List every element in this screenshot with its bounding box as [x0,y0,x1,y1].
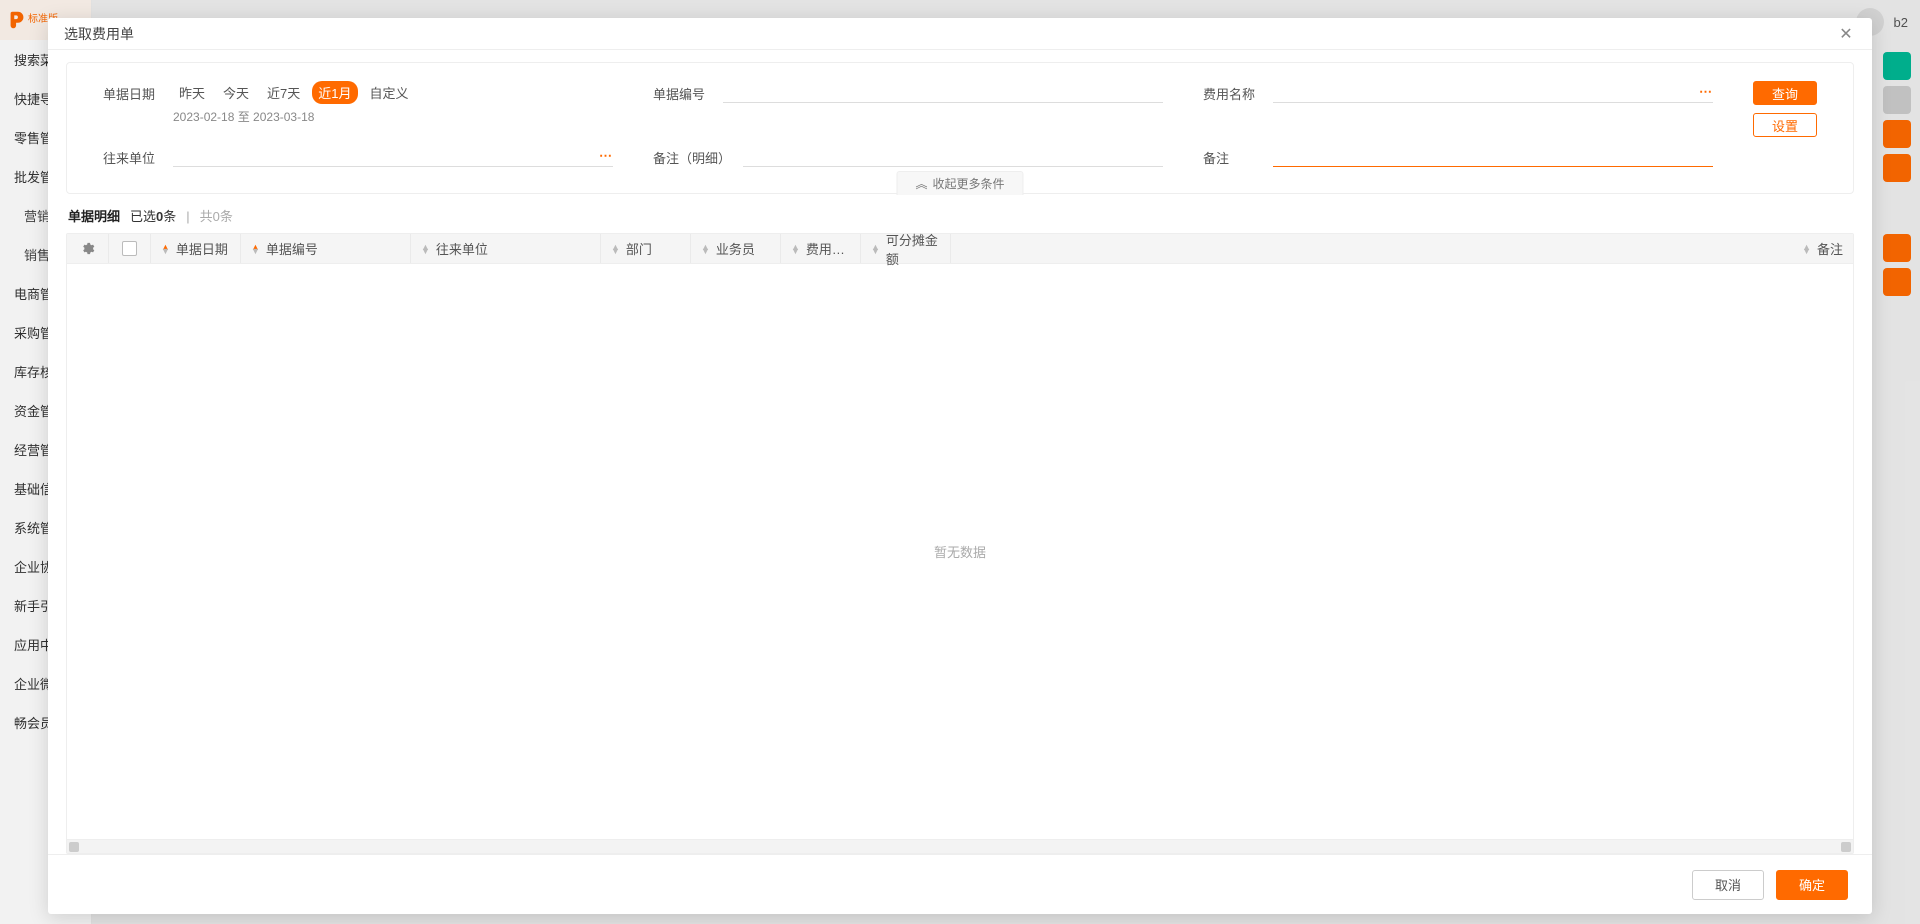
remark-input[interactable] [1273,145,1713,167]
filter-label: 单据编号 [653,81,723,103]
filter-fee-name: 费用名称 ⋯ [1203,81,1713,103]
filter-doc-date: 单据日期 昨天今天近7天近1月自定义 2023-02-18 至 2023-03-… [103,81,613,125]
gear-icon [80,241,95,256]
select-all-checkbox[interactable] [122,241,137,256]
sort-icon[interactable]: ▲▼ [701,245,710,253]
doc-no-input[interactable] [723,81,1163,103]
column-label: 费用… [806,239,845,258]
dialog-footer: 取消 确定 [48,854,1872,914]
table-column-header[interactable]: ▲▼可分摊金额 [861,234,951,263]
column-label: 部门 [626,239,652,258]
cancel-button[interactable]: 取消 [1692,870,1764,900]
results-header: 单据明细 已选0条 | 共0条 [68,206,1852,225]
column-label: 业务员 [716,239,755,258]
filter-remark-detail: 备注（明细） [653,145,1163,167]
table-column-header[interactable]: ▲▼ 单据编号 [241,234,411,263]
column-label: 单据日期 [176,239,228,258]
table-settings-button[interactable] [67,234,109,263]
collapse-label: 收起更多条件 [933,175,1005,192]
query-button[interactable]: 查询 [1753,81,1817,105]
sort-icon[interactable]: ▲▼ [421,245,430,253]
dialog-header: 选取费用单 ✕ [48,18,1872,50]
remark-detail-input[interactable] [743,145,1163,167]
date-chip[interactable]: 昨天 [173,81,211,104]
scroll-left-icon[interactable] [69,842,79,852]
date-range-text: 2023-02-18 至 2023-03-18 [173,108,613,125]
filter-label: 费用名称 [1203,81,1273,103]
sort-icon[interactable]: ▲▼ [1802,245,1811,253]
close-icon[interactable]: ✕ [1836,24,1856,44]
column-label: 往来单位 [436,239,488,258]
filter-label: 往来单位 [103,145,173,167]
results-title: 单据明细 [68,206,120,225]
sort-icon[interactable]: ▲▼ [251,245,260,253]
fee-name-input[interactable] [1273,81,1713,103]
sort-icon[interactable]: ▲▼ [871,245,880,253]
total-count: 共0条 [200,206,233,225]
filter-party: 往来单位 ⋯ [103,145,613,167]
lookup-icon[interactable]: ⋯ [1699,84,1713,100]
sort-icon[interactable]: ▲▼ [791,245,800,253]
selected-count: 已选0条 [130,206,176,225]
table-column-header[interactable]: ▲▼ 业务员 [691,234,781,263]
scroll-right-icon[interactable] [1841,842,1851,852]
settings-button[interactable]: 设置 [1753,113,1817,137]
date-chip[interactable]: 今天 [217,81,255,104]
collapse-bar: ︽ 收起更多条件 [103,171,1817,193]
column-label: 单据编号 [266,239,318,258]
select-fee-dialog: 选取费用单 ✕ 单据日期 昨天今天近7天近1月自定义 2023-02-18 至 … [48,18,1872,914]
column-label: 备注 [1817,239,1843,258]
horizontal-scrollbar[interactable] [67,839,1853,853]
table-column-header[interactable]: ▲▼ 部门 [601,234,691,263]
filter-doc-no: 单据编号 [653,81,1163,103]
filter-panel: 单据日期 昨天今天近7天近1月自定义 2023-02-18 至 2023-03-… [66,62,1854,194]
date-chip[interactable]: 自定义 [364,81,415,104]
date-range-chips: 昨天今天近7天近1月自定义 [173,81,613,104]
filter-label: 备注 [1203,145,1273,167]
filter-label: 单据日期 [103,81,173,103]
dialog-body: 单据日期 昨天今天近7天近1月自定义 2023-02-18 至 2023-03-… [48,50,1872,854]
table-column-header[interactable]: ▲▼ 单据日期 [151,234,241,263]
date-chip[interactable]: 近7天 [261,81,306,104]
collapse-button[interactable]: ︽ 收起更多条件 [896,171,1023,195]
table-column-header[interactable]: ▲▼ 往来单位 [411,234,601,263]
select-all-cell[interactable] [109,234,151,263]
results-table: ▲▼单据日期▲▼单据编号▲▼往来单位▲▼部门▲▼业务员▲▼费用…▲▼可分摊金额▲… [66,233,1854,854]
ok-button[interactable]: 确定 [1776,870,1848,900]
chevron-up-icon: ︽ [915,175,927,192]
filter-remark: 备注 [1203,145,1713,167]
table-column-header[interactable]: ▲▼ 费用… [781,234,861,263]
sort-icon[interactable]: ▲▼ [611,245,620,253]
sort-icon[interactable]: ▲▼ [161,245,170,253]
filter-label: 备注（明细） [653,145,743,167]
date-chip[interactable]: 近1月 [312,81,357,104]
lookup-icon[interactable]: ⋯ [599,148,613,164]
table-header: ▲▼单据日期▲▼单据编号▲▼往来单位▲▼部门▲▼业务员▲▼费用…▲▼可分摊金额▲… [67,234,1853,264]
table-column-header[interactable]: ▲▼ 备注 [951,234,1853,263]
empty-state: 暂无数据 [67,264,1853,839]
column-label: 可分摊金额 [886,230,940,268]
dialog-title: 选取费用单 [64,24,134,44]
party-input[interactable] [173,145,613,167]
